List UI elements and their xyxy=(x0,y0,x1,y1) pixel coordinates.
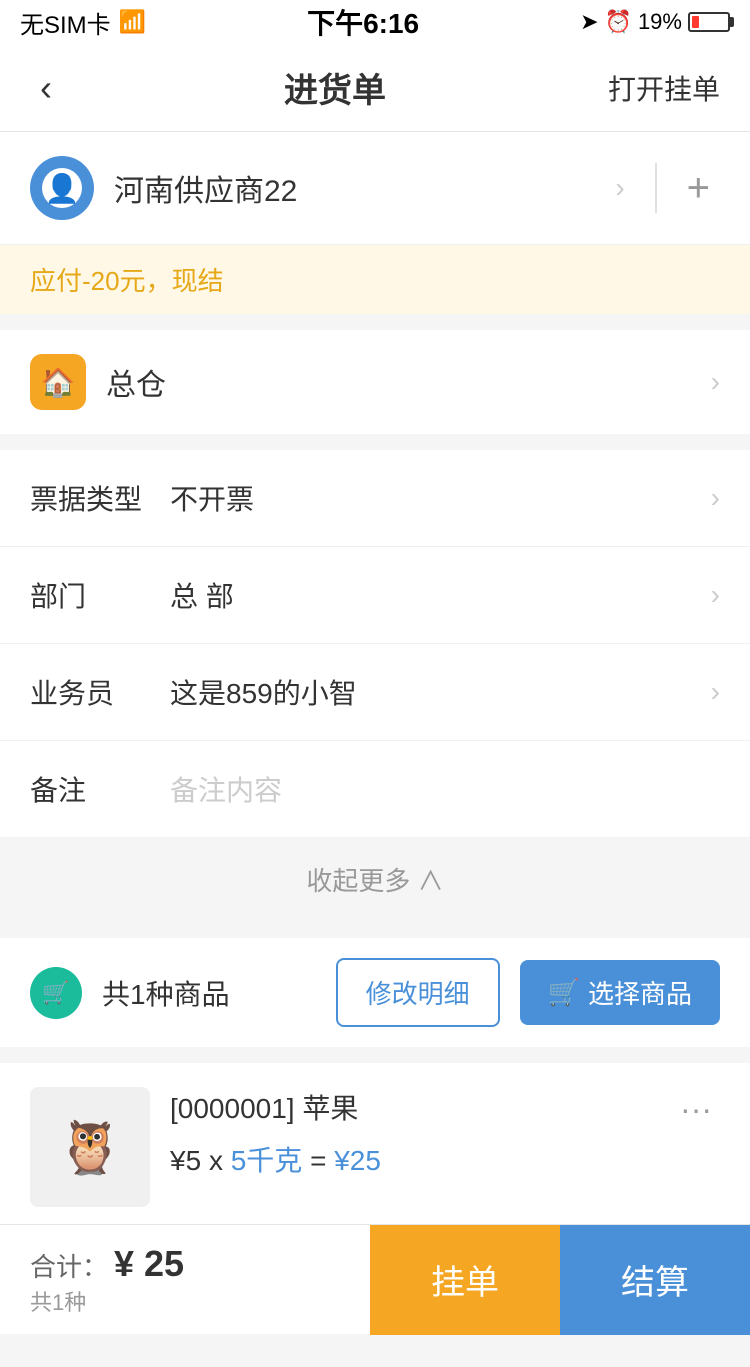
select-product-icon: 🛒 xyxy=(548,977,580,1008)
invoice-type-arrow-icon: › xyxy=(711,482,720,514)
back-button[interactable]: ‹ xyxy=(30,57,62,119)
warehouse-icon: 🏠 xyxy=(30,354,86,410)
invoice-type-label: 票据类型 xyxy=(30,478,170,518)
warehouse-row[interactable]: 🏠 总仓 › xyxy=(0,330,750,434)
open-pending-button[interactable]: 打开挂单 xyxy=(608,68,720,108)
salesperson-row[interactable]: 业务员 这是859的小智 › xyxy=(0,644,750,741)
price-value: ¥5 xyxy=(170,1145,201,1176)
price-multiply: x xyxy=(209,1145,231,1176)
warehouse-arrow-icon: › xyxy=(711,366,720,398)
select-product-button[interactable]: 🛒 选择商品 xyxy=(520,960,720,1025)
wifi-icon: 📶 xyxy=(119,9,146,35)
product-item: 🦉 [0000001] 苹果 ¥5 x 5千克 = ¥25 ··· xyxy=(0,1063,750,1231)
product-code: [0000001] xyxy=(170,1093,295,1124)
product-info: [0000001] 苹果 ¥5 x 5千克 = ¥25 xyxy=(170,1087,652,1179)
status-right: ➤ ⏰ 19% xyxy=(580,9,730,35)
form-section: 票据类型 不开票 › 部门 总 部 › 业务员 这是859的小智 › 备注 备注… xyxy=(0,450,750,837)
invoice-type-row[interactable]: 票据类型 不开票 › xyxy=(0,450,750,547)
status-left: 无SIM卡 📶 xyxy=(20,5,146,40)
supplier-avatar: 👤 xyxy=(30,156,94,220)
remark-label: 备注 xyxy=(30,769,170,809)
total-amount: 合计： ¥ 25 xyxy=(30,1243,340,1285)
product-header: 🛒 共1种商品 修改明细 🛒 选择商品 xyxy=(0,938,750,1047)
supplier-divider xyxy=(655,163,657,213)
edit-detail-button[interactable]: 修改明细 xyxy=(336,958,500,1027)
salesperson-arrow-icon: › xyxy=(711,676,720,708)
battery-fill xyxy=(692,16,699,28)
status-time: 下午6:16 xyxy=(307,2,419,42)
warning-text: 应付-20元，现结 xyxy=(30,266,224,296)
status-bar: 无SIM卡 📶 下午6:16 ➤ ⏰ 19% xyxy=(0,0,750,44)
checkout-button[interactable]: 结算 xyxy=(560,1225,750,1335)
warehouse-name: 总仓 xyxy=(106,360,711,404)
product-thumbnail: 🦉 xyxy=(30,1087,150,1207)
product-title: 苹果 xyxy=(302,1093,358,1124)
price-equals: = xyxy=(310,1145,334,1176)
supplier-section: 👤 河南供应商22 › + xyxy=(0,132,750,245)
cart-icon: 🛒 xyxy=(42,980,69,1006)
department-value: 总 部 xyxy=(170,575,711,615)
content-area: 👤 河南供应商22 › + 应付-20元，现结 🏠 总仓 › 票据类型 不开票 … xyxy=(0,132,750,1367)
department-label: 部门 xyxy=(30,575,170,615)
collapse-bar[interactable]: 收起更多 ∧ xyxy=(0,837,750,922)
supplier-avatar-inner: 👤 xyxy=(42,168,82,208)
product-price: ¥5 x 5千克 = ¥25 xyxy=(170,1139,652,1179)
total-number: ¥ 25 xyxy=(114,1243,184,1285)
total-count: 共1种 xyxy=(30,1285,340,1317)
salesperson-value: 这是859的小智 xyxy=(170,672,711,712)
product-name: [0000001] 苹果 xyxy=(170,1087,652,1127)
supplier-row[interactable]: 👤 河南供应商22 › + xyxy=(0,132,750,245)
location-icon: ➤ xyxy=(580,9,598,35)
payment-warning-bar: 应付-20元，现结 xyxy=(0,245,750,314)
carrier-label: 无SIM卡 xyxy=(20,5,111,40)
battery-percent: 19% xyxy=(638,9,682,35)
alarm-icon: ⏰ xyxy=(605,9,632,35)
bottom-bar: 合计： ¥ 25 共1种 挂单 结算 xyxy=(0,1224,750,1334)
battery-icon xyxy=(688,12,730,32)
remark-placeholder: 备注内容 xyxy=(170,769,720,809)
invoice-type-value: 不开票 xyxy=(170,478,711,518)
nav-bar: ‹ 进货单 打开挂单 xyxy=(0,44,750,132)
add-supplier-button[interactable]: + xyxy=(677,166,720,211)
total-area: 合计： ¥ 25 共1种 xyxy=(0,1243,370,1317)
avatar-icon: 👤 xyxy=(45,172,80,205)
department-row[interactable]: 部门 总 部 › xyxy=(0,547,750,644)
product-thumb-icon: 🦉 xyxy=(58,1117,123,1178)
department-arrow-icon: › xyxy=(711,579,720,611)
product-count-label: 共1种商品 xyxy=(102,973,316,1013)
page-title: 进货单 xyxy=(284,63,386,112)
total-label: 合计： xyxy=(30,1247,108,1284)
quantity-value: 5千克 xyxy=(231,1145,303,1176)
select-product-label: 选择商品 xyxy=(588,974,692,1011)
supplier-name: 河南供应商22 xyxy=(114,166,615,210)
salesperson-label: 业务员 xyxy=(30,672,170,712)
product-header-icon: 🛒 xyxy=(30,967,82,1019)
collapse-label: 收起更多 ∧ xyxy=(306,866,443,896)
remark-row[interactable]: 备注 备注内容 xyxy=(0,741,750,837)
product-total: ¥25 xyxy=(334,1145,381,1176)
hang-order-button[interactable]: 挂单 xyxy=(370,1225,560,1335)
product-more-button[interactable]: ··· xyxy=(672,1087,720,1132)
supplier-arrow-icon: › xyxy=(615,172,624,204)
